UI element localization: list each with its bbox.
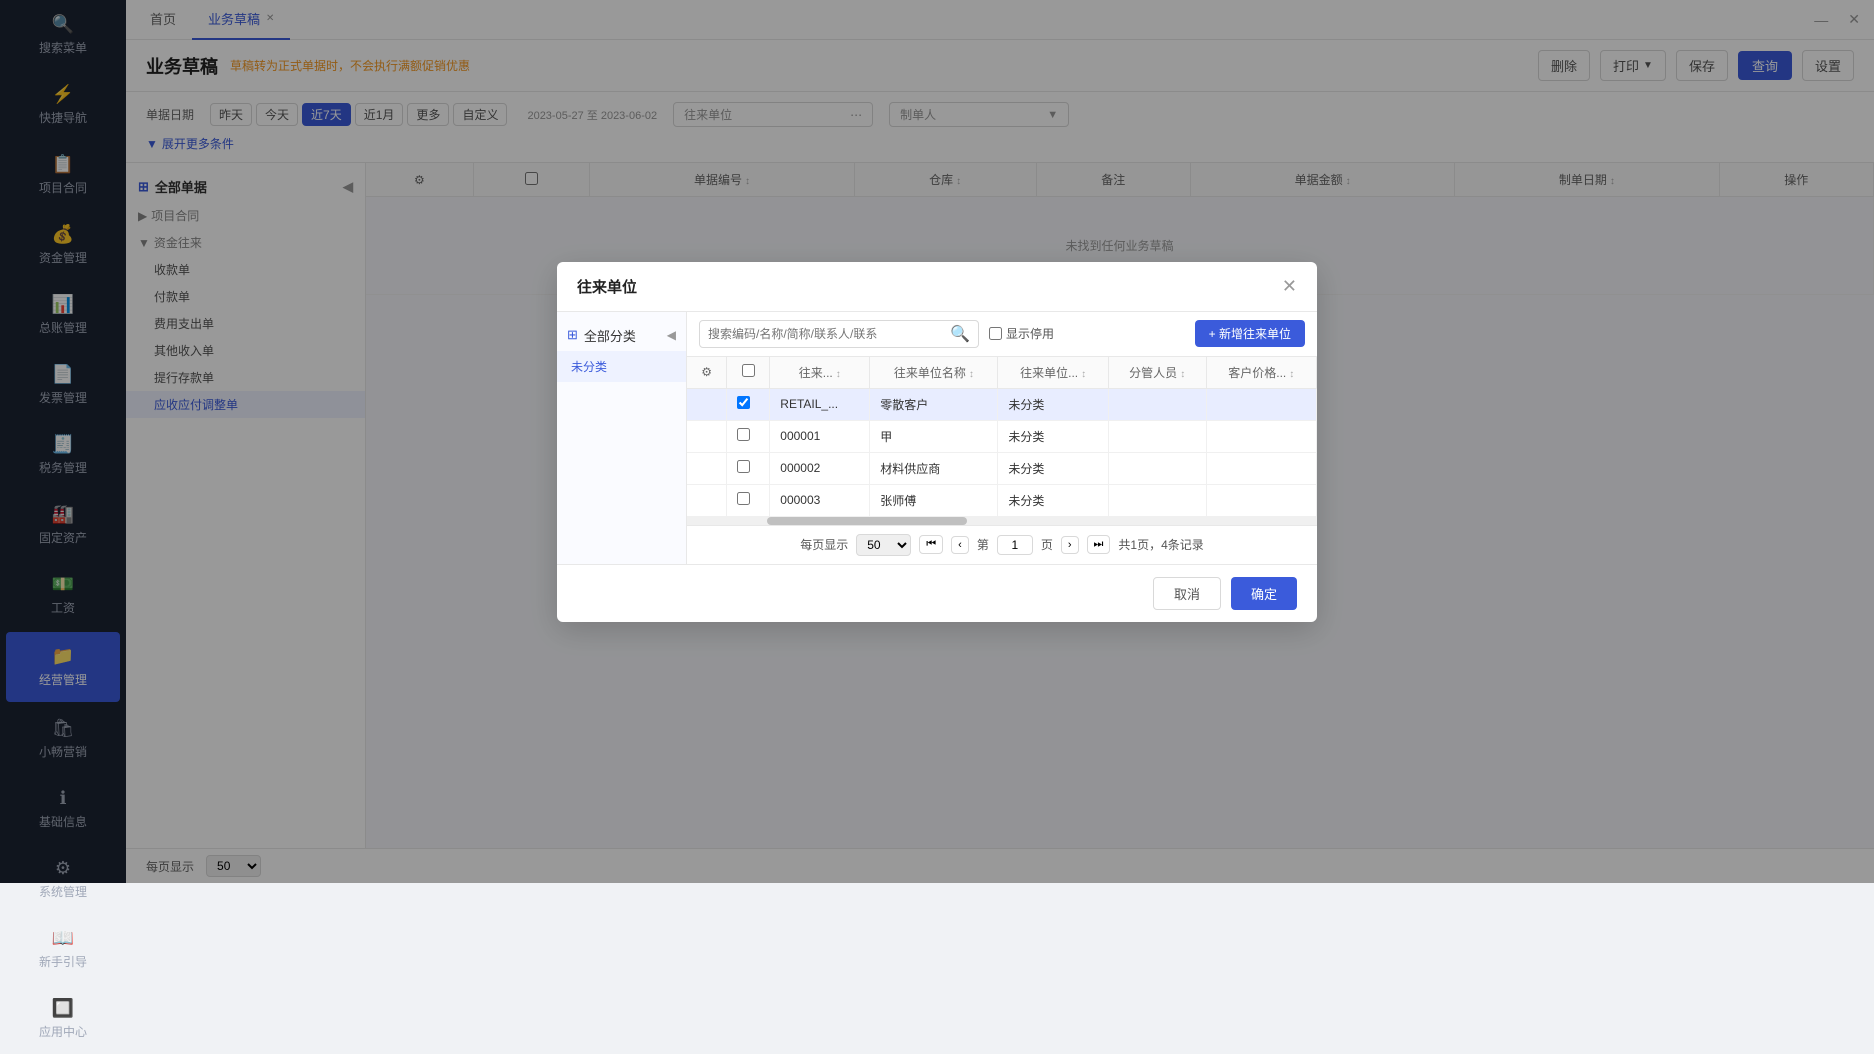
row-salesperson-cell — [1108, 420, 1206, 452]
modal-col-name[interactable]: 往来单位名称↕ — [870, 357, 998, 389]
app-center-icon: 🔲 — [52, 998, 74, 1019]
row-name-cell: 甲 — [870, 420, 998, 452]
show-disabled-checkbox[interactable] — [989, 327, 1002, 340]
sidebar-item-new-guide[interactable]: 📖 新手引导 — [0, 914, 126, 984]
show-disabled-wrap: 显示停用 — [989, 325, 1054, 342]
modal-table-scrollbar-thumb — [767, 517, 967, 525]
row-code-cell: 000002 — [770, 452, 870, 484]
modal-col-price-level[interactable]: 客户价格...↕ — [1206, 357, 1316, 389]
row-salesperson-cell — [1108, 388, 1206, 420]
guide-icon: 📖 — [52, 928, 74, 949]
row-name-cell: 张师傅 — [870, 484, 998, 516]
cancel-button[interactable]: 取消 — [1153, 577, 1221, 610]
row-salesperson-cell — [1108, 452, 1206, 484]
row-category-cell: 未分类 — [998, 484, 1108, 516]
modal-col-check[interactable] — [727, 357, 770, 389]
row-category-cell: 未分类 — [998, 452, 1108, 484]
show-disabled-label: 显示停用 — [1006, 325, 1054, 342]
pagination-first-button[interactable]: ⏮ — [919, 535, 943, 554]
row-category-cell: 未分类 — [998, 420, 1108, 452]
pagination-page-input[interactable] — [997, 535, 1033, 555]
modal-body: ⊞ 全部分类 ◀ 未分类 🔍 显示停用 — [557, 312, 1317, 564]
row-code-cell: 000003 — [770, 484, 870, 516]
modal-sidebar-collapse-button[interactable]: ◀ — [667, 328, 676, 342]
row-name-cell: 零散客户 — [870, 388, 998, 420]
row-code-cell: RETAIL_... — [770, 388, 870, 420]
pagination-last-button[interactable]: ⏭ — [1087, 535, 1111, 554]
modal-search-input[interactable] — [708, 327, 944, 341]
row-check-cell[interactable] — [727, 420, 770, 452]
pagination-total-info: 共1页，4条记录 — [1118, 536, 1203, 553]
pagination-next-button[interactable]: › — [1061, 536, 1079, 554]
modal-col-settings[interactable]: ⚙ — [687, 357, 727, 389]
add-partner-button[interactable]: + 新增往来单位 — [1195, 320, 1305, 347]
modal-table-wrap: ⚙ 往来...↕ 往来单位名称↕ 往来单位...↕ 分管人员↕ 客户价格...↕ — [687, 357, 1317, 517]
modal-table-row[interactable]: 000003 张师傅 未分类 — [687, 484, 1317, 516]
row-price-level-cell — [1206, 452, 1316, 484]
row-check-cell[interactable] — [727, 388, 770, 420]
modal-col-code[interactable]: 往来...↕ — [770, 357, 870, 389]
row-settings-cell — [687, 484, 727, 516]
modal-table-row[interactable]: RETAIL_... 零散客户 未分类 — [687, 388, 1317, 420]
modal-pagination: 每页显示 50 100 ⏮ ‹ 第 页 › ⏭ 共1页，4条记录 — [687, 525, 1317, 564]
modal-table-row[interactable]: 000002 材料供应商 未分类 — [687, 452, 1317, 484]
modal-overlay: 往来单位 ✕ ⊞ 全部分类 ◀ 未分类 — [0, 0, 1874, 883]
sidebar-item-app-center[interactable]: 🔲 应用中心 — [0, 984, 126, 1054]
pagination-page-suffix: 页 — [1041, 536, 1053, 553]
pagination-page-num-label: 第 — [977, 536, 989, 553]
modal-header: 往来单位 ✕ — [557, 262, 1317, 312]
modal-sidebar-all-category[interactable]: ⊞ 全部分类 ◀ — [557, 320, 686, 351]
row-price-level-cell — [1206, 420, 1316, 452]
modal-footer: 取消 确定 — [557, 564, 1317, 622]
row-code-cell: 000001 — [770, 420, 870, 452]
search-icon: 🔍 — [950, 324, 970, 344]
row-price-level-cell — [1206, 388, 1316, 420]
row-name-cell: 材料供应商 — [870, 452, 998, 484]
modal-content: 🔍 显示停用 + 新增往来单位 ⚙ — [687, 312, 1317, 564]
row-salesperson-cell — [1108, 484, 1206, 516]
row-settings-cell — [687, 420, 727, 452]
modal-search-wrap: 🔍 — [699, 320, 979, 348]
modal-sidebar: ⊞ 全部分类 ◀ 未分类 — [557, 312, 687, 564]
pagination-page-size-label: 每页显示 — [800, 536, 848, 553]
row-check-cell[interactable] — [727, 452, 770, 484]
modal-toolbar: 🔍 显示停用 + 新增往来单位 — [687, 312, 1317, 357]
pagination-page-size-select[interactable]: 50 100 — [856, 534, 911, 556]
modal-col-salesperson[interactable]: 分管人员↕ — [1108, 357, 1206, 389]
modal-title: 往来单位 — [577, 276, 637, 297]
row-settings-cell — [687, 452, 727, 484]
confirm-button[interactable]: 确定 — [1231, 577, 1297, 610]
modal-table-scrollbar[interactable] — [687, 517, 1317, 525]
row-price-level-cell — [1206, 484, 1316, 516]
row-settings-cell — [687, 388, 727, 420]
row-check-cell[interactable] — [727, 484, 770, 516]
modal-sidebar-unclassified[interactable]: 未分类 — [557, 351, 686, 382]
modal-dialog: 往来单位 ✕ ⊞ 全部分类 ◀ 未分类 — [557, 262, 1317, 622]
modal-table: ⚙ 往来...↕ 往来单位名称↕ 往来单位...↕ 分管人员↕ 客户价格...↕ — [687, 357, 1317, 517]
row-category-cell: 未分类 — [998, 388, 1108, 420]
modal-select-all-checkbox[interactable] — [742, 364, 755, 377]
pagination-prev-button[interactable]: ‹ — [951, 536, 969, 554]
grid-icon-modal: ⊞ — [567, 327, 578, 343]
modal-close-button[interactable]: ✕ — [1282, 276, 1297, 297]
modal-table-row[interactable]: 000001 甲 未分类 — [687, 420, 1317, 452]
modal-col-category[interactable]: 往来单位...↕ — [998, 357, 1108, 389]
